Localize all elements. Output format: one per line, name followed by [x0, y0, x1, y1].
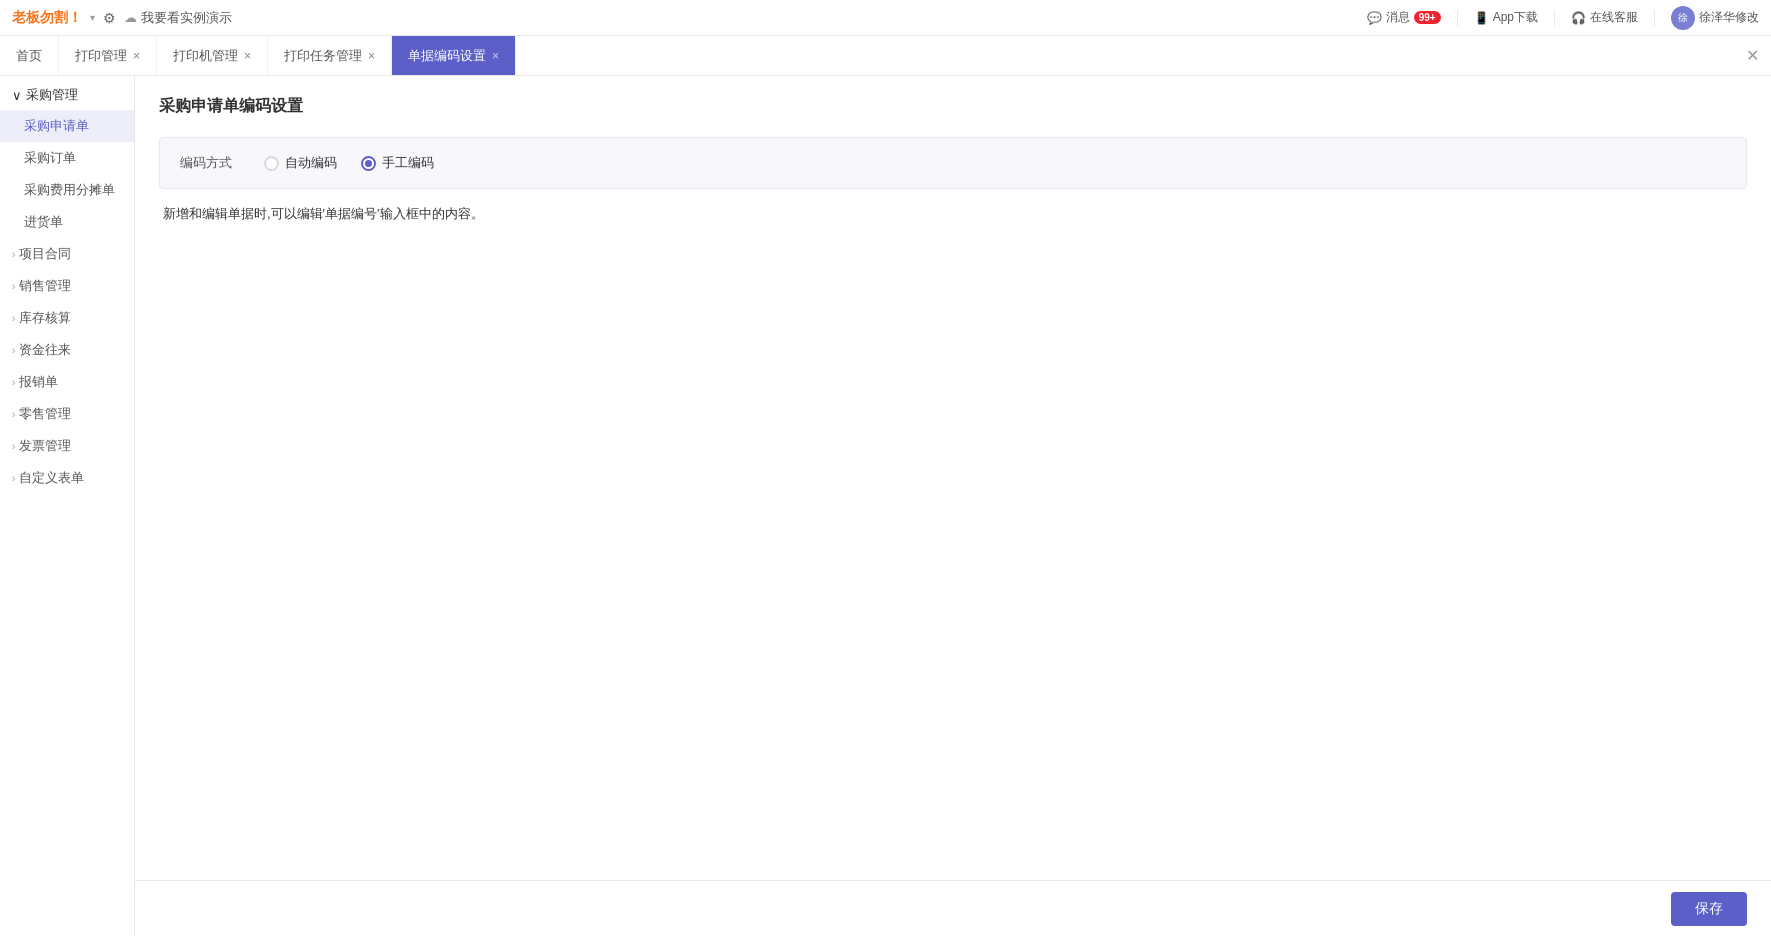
- sidebar-group-sales-management[interactable]: › 销售管理: [0, 270, 134, 302]
- demo-link-text: 我要看实例演示: [141, 9, 232, 27]
- sidebar-item-purchase-order[interactable]: 采购订单: [0, 142, 134, 174]
- user-profile-button[interactable]: 徐 徐泽华修改: [1671, 6, 1759, 30]
- sidebar-group-project-contract-arrow: ›: [12, 249, 15, 260]
- tab-print-task-management[interactable]: 打印任务管理 ×: [268, 36, 392, 75]
- sidebar-item-goods-receipt-label: 进货单: [24, 213, 63, 231]
- radio-manual-label: 手工编码: [382, 154, 434, 172]
- sidebar-group-capital-flow[interactable]: › 资金往来: [0, 334, 134, 366]
- cloud-icon: ☁: [124, 10, 137, 25]
- notification-icon: 💬: [1367, 11, 1382, 25]
- sidebar-item-purchase-expense-split[interactable]: 采购费用分摊单: [0, 174, 134, 206]
- radio-manual-encoding[interactable]: 手工编码: [361, 154, 434, 172]
- demo-link[interactable]: ☁ 我要看实例演示: [124, 9, 232, 27]
- sidebar-group-inventory-checkout-arrow: ›: [12, 313, 15, 324]
- hint-text-content: 新增和编辑单据时,可以编辑'单据编号'输入框中的内容。: [163, 206, 484, 221]
- chevron-down-icon[interactable]: ▾: [90, 12, 95, 23]
- logo-text: 老板勿割！: [12, 9, 82, 27]
- sidebar-item-purchase-order-label: 采购订单: [24, 149, 76, 167]
- tab-home[interactable]: 首页: [0, 36, 59, 75]
- tab-bar: 首页 打印管理 × 打印机管理 × 打印任务管理 × 单据编码设置 × ✕: [0, 36, 1771, 76]
- notification-button[interactable]: 💬 消息 99+: [1367, 9, 1441, 26]
- app-download-icon: 📱: [1474, 11, 1489, 25]
- sidebar-group-project-contract[interactable]: › 项目合同: [0, 238, 134, 270]
- encoding-row: 编码方式 自动编码 手工编码: [180, 154, 1726, 172]
- tab-print-management-label: 打印管理: [75, 47, 127, 65]
- sidebar-group-returns[interactable]: › 报销单: [0, 366, 134, 398]
- online-service-button[interactable]: 🎧 在线客服: [1571, 9, 1638, 26]
- tab-printer-management-label: 打印机管理: [173, 47, 238, 65]
- divider-3: [1654, 10, 1655, 26]
- tab-home-label: 首页: [16, 47, 42, 65]
- hint-text: 新增和编辑单据时,可以编辑'单据编号'输入框中的内容。: [159, 205, 1747, 223]
- sidebar-group-sales-management-arrow: ›: [12, 281, 15, 292]
- avatar: 徐: [1671, 6, 1695, 30]
- sidebar-item-purchase-expense-split-label: 采购费用分摊单: [24, 181, 115, 199]
- sidebar-group-returns-label: 报销单: [19, 373, 58, 391]
- close-icon: ✕: [1746, 46, 1759, 65]
- sidebar-group-invoice-management[interactable]: › 发票管理: [0, 430, 134, 462]
- sidebar-item-purchase-request[interactable]: 采购申请单: [0, 110, 134, 142]
- tab-print-task-management-label: 打印任务管理: [284, 47, 362, 65]
- sidebar-group-project-contract-label: 项目合同: [19, 245, 71, 263]
- sidebar-group-retail-management-label: 零售管理: [19, 405, 71, 423]
- sidebar-group-capital-flow-label: 资金往来: [19, 341, 71, 359]
- content-inner: 采购申请单编码设置 编码方式 自动编码 手工编码 新增和编辑单据时,可以编辑'单…: [135, 76, 1771, 880]
- top-bar-right: 💬 消息 99+ 📱 App下载 🎧 在线客服 徐 徐泽华修改: [1367, 6, 1759, 30]
- radio-auto-label: 自动编码: [285, 154, 337, 172]
- app-download-label: App下载: [1493, 9, 1538, 26]
- divider-2: [1554, 10, 1555, 26]
- top-bar: 老板勿割！ ▾ ⚙ ☁ 我要看实例演示 💬 消息 99+ 📱 App下载 🎧 在…: [0, 0, 1771, 36]
- headset-icon: 🎧: [1571, 11, 1586, 25]
- online-service-label: 在线客服: [1590, 9, 1638, 26]
- sidebar-group-purchase-management[interactable]: ∨ 采购管理: [0, 76, 134, 110]
- username-label: 徐泽华修改: [1699, 9, 1759, 26]
- sidebar-group-purchase-management-label: 采购管理: [26, 86, 78, 104]
- radio-auto-circle: [264, 156, 279, 171]
- sidebar-group-retail-management[interactable]: › 零售管理: [0, 398, 134, 430]
- tab-print-management-close[interactable]: ×: [133, 49, 140, 63]
- sidebar-group-custom-forms-label: 自定义表单: [19, 469, 84, 487]
- tab-single-code-settings-label: 单据编码设置: [408, 47, 486, 65]
- tab-printer-management[interactable]: 打印机管理 ×: [157, 36, 268, 75]
- radio-auto-encoding[interactable]: 自动编码: [264, 154, 337, 172]
- sidebar-group-capital-flow-arrow: ›: [12, 345, 15, 356]
- settings-icon[interactable]: ⚙: [103, 10, 116, 26]
- sidebar: ∨ 采购管理 采购申请单 采购订单 采购费用分摊单 进货单 › 项目合同 › 销…: [0, 76, 135, 936]
- collapse-icon: ∨: [12, 88, 22, 103]
- divider-1: [1457, 10, 1458, 26]
- sidebar-group-inventory-checkout-label: 库存核算: [19, 309, 71, 327]
- notification-badge: 99+: [1414, 11, 1441, 24]
- content-area: 采购申请单编码设置 编码方式 自动编码 手工编码 新增和编辑单据时,可以编辑'单…: [135, 76, 1771, 936]
- tab-print-task-management-close[interactable]: ×: [368, 49, 375, 63]
- content-footer: 保存: [135, 880, 1771, 936]
- sidebar-item-purchase-request-label: 采购申请单: [24, 117, 89, 135]
- sidebar-group-inventory-checkout[interactable]: › 库存核算: [0, 302, 134, 334]
- sidebar-group-invoice-management-arrow: ›: [12, 441, 15, 452]
- sidebar-group-retail-management-arrow: ›: [12, 409, 15, 420]
- encoding-section: 编码方式 自动编码 手工编码: [159, 137, 1747, 189]
- radio-manual-circle: [361, 156, 376, 171]
- encoding-label: 编码方式: [180, 154, 240, 172]
- sidebar-item-goods-receipt[interactable]: 进货单: [0, 206, 134, 238]
- save-button[interactable]: 保存: [1671, 892, 1747, 926]
- app-download-button[interactable]: 📱 App下载: [1474, 9, 1538, 26]
- sidebar-group-invoice-management-label: 发票管理: [19, 437, 71, 455]
- tab-single-code-settings[interactable]: 单据编码设置 ×: [392, 36, 516, 75]
- sidebar-group-custom-forms[interactable]: › 自定义表单: [0, 462, 134, 494]
- page-title: 采购申请单编码设置: [159, 96, 1747, 117]
- notification-label: 消息: [1386, 9, 1410, 26]
- tab-single-code-settings-close[interactable]: ×: [492, 49, 499, 63]
- tab-bar-close-button[interactable]: ✕: [1734, 36, 1771, 75]
- top-bar-left: 老板勿割！ ▾ ⚙ ☁ 我要看实例演示: [12, 9, 232, 27]
- main-layout: ∨ 采购管理 采购申请单 采购订单 采购费用分摊单 进货单 › 项目合同 › 销…: [0, 76, 1771, 936]
- tab-print-management[interactable]: 打印管理 ×: [59, 36, 157, 75]
- sidebar-group-sales-management-label: 销售管理: [19, 277, 71, 295]
- sidebar-group-returns-arrow: ›: [12, 377, 15, 388]
- sidebar-group-custom-forms-arrow: ›: [12, 473, 15, 484]
- tab-printer-management-close[interactable]: ×: [244, 49, 251, 63]
